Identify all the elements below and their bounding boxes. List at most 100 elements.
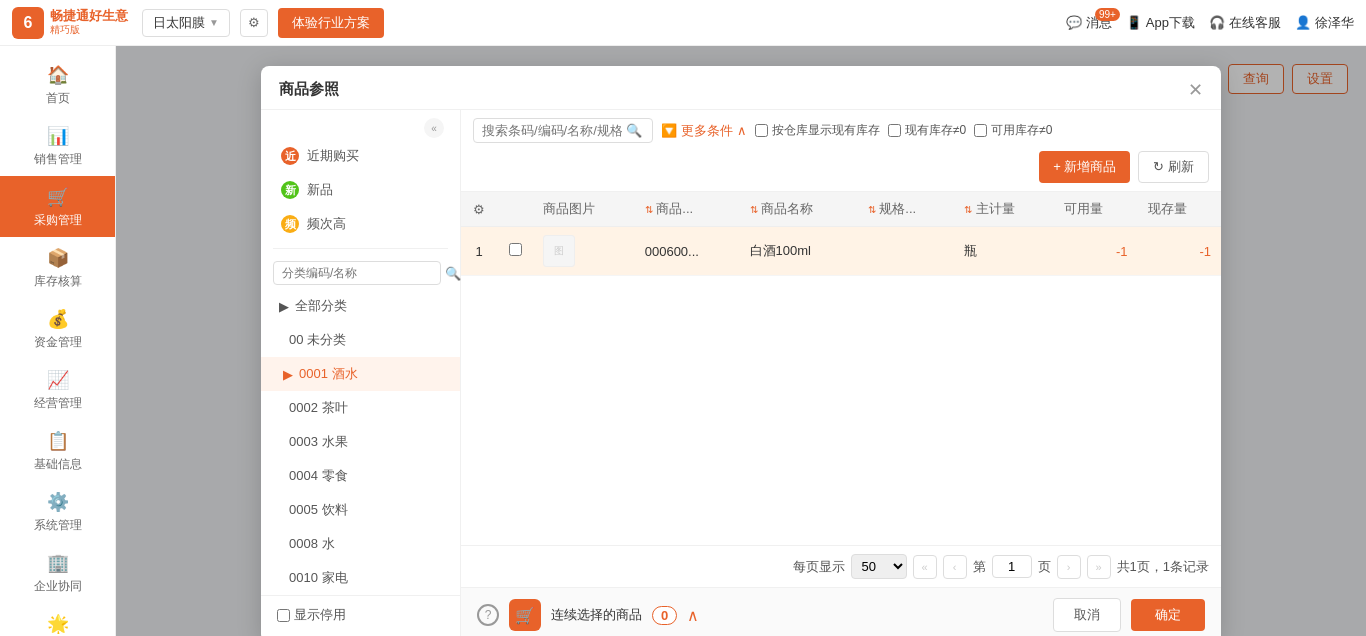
modal-left-panel: « 近 近期购买 新 新品 频 频次高 [261,110,461,636]
available-filter-label[interactable]: 现有库存≠0 [888,122,966,139]
quick-filter-new-label: 新品 [307,181,333,199]
collapse-action-icon[interactable]: ∧ [687,606,699,625]
th-settings[interactable]: ⚙ [461,192,497,227]
cart-icon[interactable]: 🛒 [509,599,541,631]
cat-all-arrow-icon: ▶ [279,299,289,314]
add-product-button[interactable]: + 新增商品 [1039,151,1130,183]
modal-close-button[interactable]: ✕ [1188,81,1203,99]
td-check[interactable] [497,227,533,276]
logo-area: 6 畅捷通好生意 精巧版 [12,7,132,39]
sidebar-item-finance[interactable]: 💰 资金管理 [0,298,115,359]
sidebar-item-guide[interactable]: 🌟 新手引导 [0,603,115,636]
cat-item-0002[interactable]: 0002 茶叶 [261,391,460,425]
product-search-icon[interactable]: 🔍 [626,123,642,138]
table-row[interactable]: 1 图 000600... 白酒100ml [461,227,1221,276]
cat-item-0004[interactable]: 0004 零食 [261,459,460,493]
main-area: 查询 设置 商品参照 ✕ « [116,46,1366,636]
cat-item-0010[interactable]: 0010 家电 [261,561,460,595]
store-arrow-icon: ▼ [209,17,219,28]
message-nav-item[interactable]: 💬 消息 99+ [1066,14,1112,32]
cat-item-0008[interactable]: 0008 水 [261,527,460,561]
table-header-row: ⚙ 商品图片 ⇅ 商品... ⇅ 商品名称 [461,192,1221,227]
warehouse-filter-checkbox[interactable] [755,124,768,137]
cat-item-0001[interactable]: ▶ 0001 酒水 [261,357,460,391]
action-bar: ? 🛒 连续选择的商品 0 ∧ 取消 确定 [461,587,1221,636]
show-disabled-text: 显示停用 [294,606,346,624]
pagination: 每页显示 50 10 20 100 « ‹ 第 页 › » [461,545,1221,587]
store-selector[interactable]: 日太阳膜 ▼ [142,9,230,37]
cat-item-00[interactable]: 00 未分类 [261,323,460,357]
more-filter-label: 更多条件 [681,122,733,140]
collapse-left-button[interactable]: « [424,118,444,138]
more-filter-button[interactable]: 🔽 更多条件 ∧ [661,122,747,140]
recent-icon: 近 [281,147,299,165]
cancel-button[interactable]: 取消 [1053,598,1121,632]
filter-arrow-icon: ∧ [737,123,747,138]
th-unit-sort-icon: ⇅ [964,204,972,215]
try-industry-button[interactable]: 体验行业方案 [278,8,384,38]
row-checkbox[interactable] [509,243,522,256]
sidebar-item-purchase[interactable]: 🛒 采购管理 [0,176,115,237]
modal-title: 商品参照 [279,80,339,99]
sidebar-item-enterprise[interactable]: 🏢 企业协同 [0,542,115,603]
sidebar-item-home[interactable]: 🏠 首页 [0,54,115,115]
modal-body: « 近 近期购买 新 新品 频 频次高 [261,110,1221,636]
sidebar-item-basic-info-label: 基础信息 [34,456,82,473]
td-stock: -1 [1138,227,1221,276]
cat-item-0003[interactable]: 0003 水果 [261,425,460,459]
cat-0001-label: 0001 酒水 [299,365,358,383]
store-name: 日太阳膜 [153,14,205,32]
th-img: 商品图片 [533,192,635,227]
sidebar-item-basic-info[interactable]: 📋 基础信息 [0,420,115,481]
sidebar-item-inventory[interactable]: 📦 库存核算 [0,237,115,298]
page-first-button[interactable]: « [913,555,937,579]
page-prev-button[interactable]: ‹ [943,555,967,579]
sidebar-item-sales[interactable]: 📊 销售管理 [0,115,115,176]
th-spec[interactable]: ⇅ 规格... [858,192,955,227]
product-image: 图 [543,235,575,267]
show-disabled-checkbox[interactable] [277,609,290,622]
help-icon[interactable]: ? [477,604,499,626]
logo-title: 畅捷通好生意 [50,8,128,24]
cat-00-label: 00 未分类 [289,331,346,349]
page-last-button[interactable]: » [1087,555,1111,579]
th-unit[interactable]: ⇅ 主计量 [954,192,1054,227]
show-disabled-label[interactable]: 显示停用 [277,606,346,624]
modal-toolbar: 🔍 🔽 更多条件 ∧ 按仓库显示现有库存 [461,110,1221,192]
cat-search-icon[interactable]: 🔍 [445,266,461,281]
page-number-input[interactable] [992,555,1032,578]
operations-icon: 📈 [47,369,69,391]
refresh-button[interactable]: ↻ 刷新 [1138,151,1209,183]
cat-item-0005[interactable]: 0005 饮料 [261,493,460,527]
per-page-select[interactable]: 50 10 20 100 [851,554,907,579]
usable-filter-label[interactable]: 可用库存≠0 [974,122,1052,139]
message-icon: 💬 [1066,15,1082,30]
cat-0005-label: 0005 饮料 [289,501,348,519]
confirm-button[interactable]: 确定 [1131,599,1205,631]
td-spec [858,227,955,276]
sales-icon: 📊 [47,125,69,147]
usable-filter-checkbox[interactable] [974,124,987,137]
th-code[interactable]: ⇅ 商品... [635,192,740,227]
available-filter-checkbox[interactable] [888,124,901,137]
app-download-nav-item[interactable]: 📱 App下载 [1126,14,1195,32]
th-name[interactable]: ⇅ 商品名称 [740,192,858,227]
sidebar-item-operations-label: 经营管理 [34,395,82,412]
cat-search-row: 🔍 [261,257,460,289]
page-next-button[interactable]: › [1057,555,1081,579]
cat-item-all[interactable]: ▶ 全部分类 [261,289,460,323]
quick-filter-new[interactable]: 新 新品 [273,174,448,206]
quick-filter-freq[interactable]: 频 频次高 [273,208,448,240]
user-nav-item[interactable]: 👤 徐泽华 [1295,14,1354,32]
page-prefix-label: 第 [973,558,986,576]
online-service-nav-item[interactable]: 🎧 在线客服 [1209,14,1281,32]
quick-filter-recent[interactable]: 近 近期购买 [273,140,448,172]
sidebar-item-operations[interactable]: 📈 经营管理 [0,359,115,420]
td-unit: 瓶 [954,227,1054,276]
cat-search-input[interactable] [273,261,441,285]
product-table-container: ⚙ 商品图片 ⇅ 商品... ⇅ 商品名称 [461,192,1221,545]
settings-button[interactable]: ⚙ [240,9,268,37]
warehouse-filter-label[interactable]: 按仓库显示现有库存 [755,122,880,139]
product-search-input[interactable] [482,123,622,138]
sidebar-item-system[interactable]: ⚙️ 系统管理 [0,481,115,542]
